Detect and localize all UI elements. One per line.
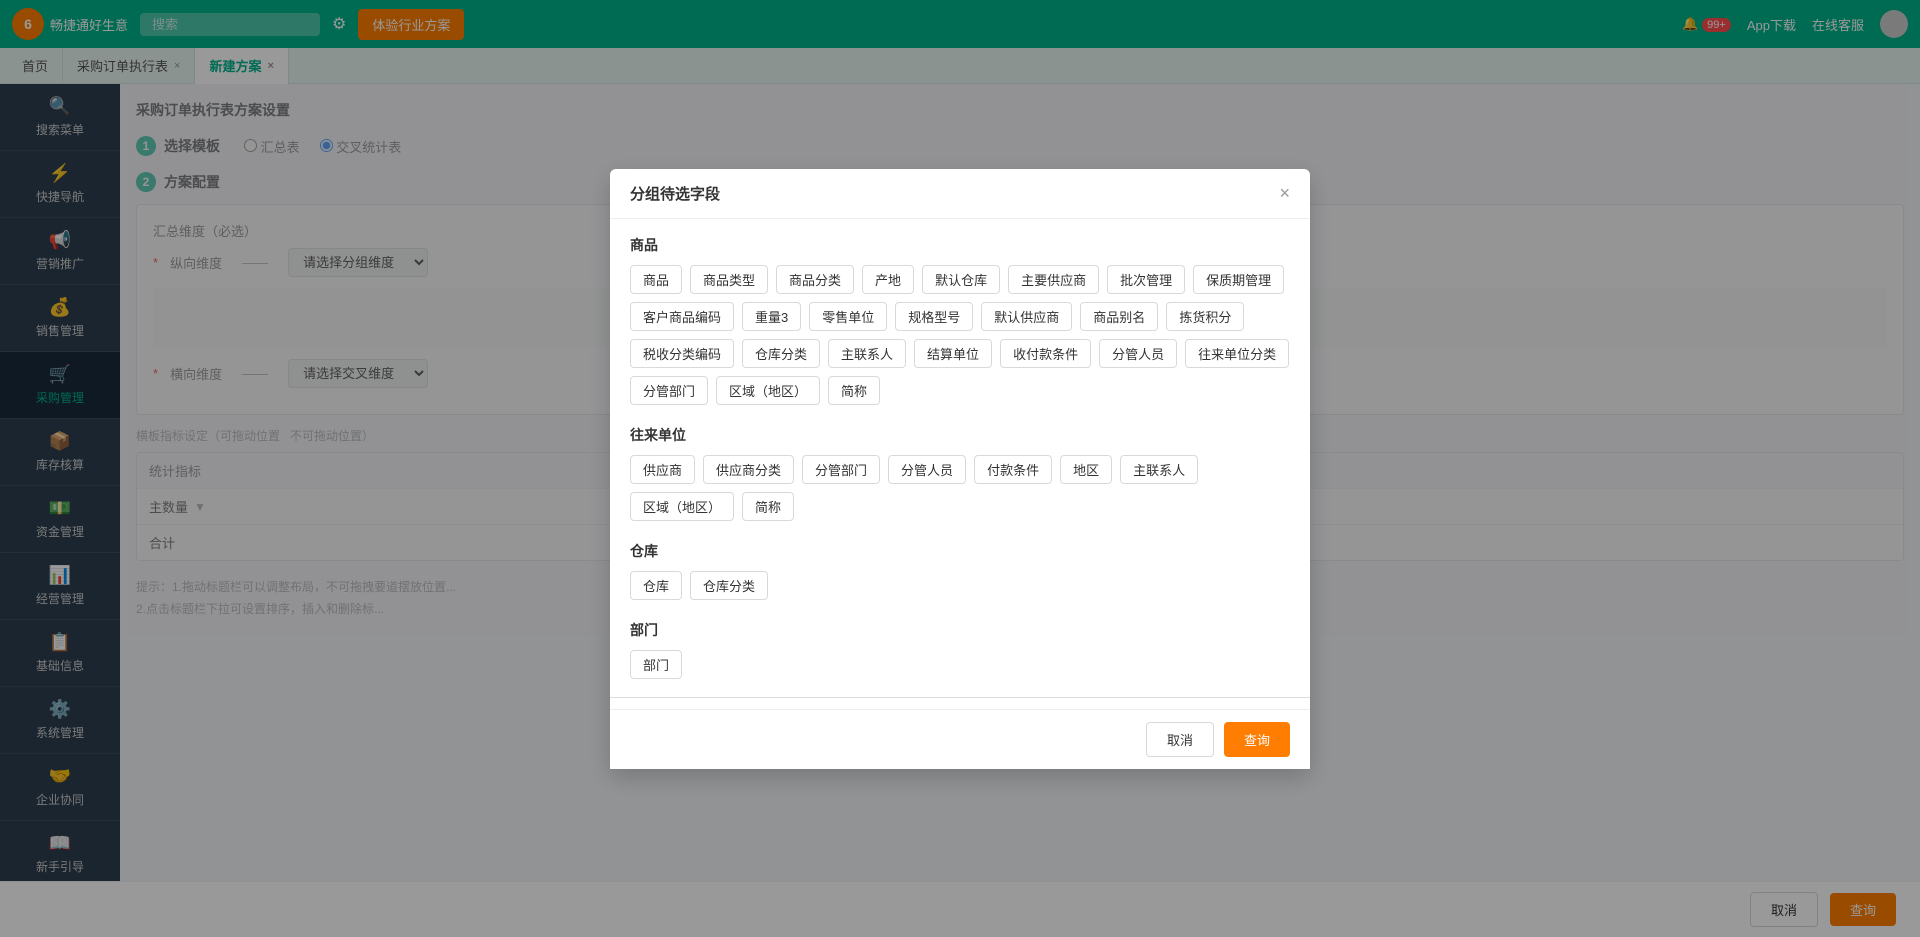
modal-title: 分组待选字段 xyxy=(630,183,720,204)
field-tag-0-5[interactable]: 主要供应商 xyxy=(1008,265,1099,294)
field-tag-2-0[interactable]: 仓库 xyxy=(630,571,682,600)
field-tag-0-23[interactable]: 区域（地区） xyxy=(716,376,820,405)
field-tag-0-14[interactable]: 拣货积分 xyxy=(1166,302,1244,331)
field-tag-0-4[interactable]: 默认仓库 xyxy=(922,265,1000,294)
field-group-1: 往来单位供应商供应商分类分管部门分管人员付款条件地区主联系人区域（地区） 简称 xyxy=(630,425,1290,521)
group-title-3: 部门 xyxy=(630,620,1290,640)
field-tag-1-5[interactable]: 地区 xyxy=(1060,455,1112,484)
field-tag-0-17[interactable]: 主联系人 xyxy=(828,339,906,368)
field-tag-1-8[interactable]: 简称 xyxy=(742,492,794,521)
field-tag-0-0[interactable]: 商品 xyxy=(630,265,682,294)
field-tags-0: 商品商品类型商品分类产地默认仓库主要供应商批次管理保质期管理客户商品编码重量3 零… xyxy=(630,265,1290,405)
field-tag-0-8[interactable]: 客户商品编码 xyxy=(630,302,734,331)
field-tags-1: 供应商供应商分类分管部门分管人员付款条件地区主联系人区域（地区） 简称 xyxy=(630,455,1290,521)
field-tag-0-19[interactable]: 收付款条件 xyxy=(1000,339,1091,368)
field-select-modal: 分组待选字段 × 商品商品商品类型商品分类产地默认仓库主要供应商批次管理保质期管… xyxy=(610,169,1310,769)
field-tag-0-3[interactable]: 产地 xyxy=(862,265,914,294)
field-group-3: 部门部门 xyxy=(630,620,1290,679)
modal-close-button[interactable]: × xyxy=(1279,183,1290,204)
field-tags-3: 部门 xyxy=(630,650,1290,679)
field-group-2: 仓库仓库仓库分类 xyxy=(630,541,1290,600)
field-tag-1-4[interactable]: 付款条件 xyxy=(974,455,1052,484)
field-tag-0-13[interactable]: 商品别名 xyxy=(1080,302,1158,331)
field-tag-1-6[interactable]: 主联系人 xyxy=(1120,455,1198,484)
field-tag-0-6[interactable]: 批次管理 xyxy=(1107,265,1185,294)
group-title-2: 仓库 xyxy=(630,541,1290,561)
field-tags-2: 仓库仓库分类 xyxy=(630,571,1290,600)
field-tag-0-20[interactable]: 分管人员 xyxy=(1099,339,1177,368)
field-tag-2-1[interactable]: 仓库分类 xyxy=(690,571,768,600)
modal-footer: 取消 查询 xyxy=(610,709,1310,769)
field-tag-0-18[interactable]: 结算单位 xyxy=(914,339,992,368)
field-tag-3-0[interactable]: 部门 xyxy=(630,650,682,679)
field-tag-0-1[interactable]: 商品类型 xyxy=(690,265,768,294)
field-tag-1-3[interactable]: 分管人员 xyxy=(888,455,966,484)
field-tag-0-10[interactable]: 零售单位 xyxy=(809,302,887,331)
field-tag-0-16[interactable]: 仓库分类 xyxy=(742,339,820,368)
field-tag-0-11[interactable]: 规格型号 xyxy=(895,302,973,331)
modal-header: 分组待选字段 × xyxy=(610,169,1310,219)
group-title-0: 商品 xyxy=(630,235,1290,255)
field-tag-1-7[interactable]: 区域（地区） xyxy=(630,492,734,521)
field-tag-0-2[interactable]: 商品分类 xyxy=(776,265,854,294)
field-group-0: 商品商品商品类型商品分类产地默认仓库主要供应商批次管理保质期管理客户商品编码重量… xyxy=(630,235,1290,405)
group-title-1: 往来单位 xyxy=(630,425,1290,445)
field-tag-1-1[interactable]: 供应商分类 xyxy=(703,455,794,484)
field-tag-1-2[interactable]: 分管部门 xyxy=(802,455,880,484)
modal-overlay[interactable]: 分组待选字段 × 商品商品商品类型商品分类产地默认仓库主要供应商批次管理保质期管… xyxy=(0,0,1920,937)
field-tag-1-0[interactable]: 供应商 xyxy=(630,455,695,484)
modal-confirm-button[interactable]: 查询 xyxy=(1224,722,1290,757)
field-tag-0-21[interactable]: 往来单位分类 xyxy=(1185,339,1289,368)
field-tag-0-9[interactable]: 重量3 xyxy=(742,302,801,331)
field-tag-0-22[interactable]: 分管部门 xyxy=(630,376,708,405)
field-tag-0-12[interactable]: 默认供应商 xyxy=(981,302,1072,331)
field-tag-0-7[interactable]: 保质期管理 xyxy=(1193,265,1284,294)
modal-body[interactable]: 商品商品商品类型商品分类产地默认仓库主要供应商批次管理保质期管理客户商品编码重量… xyxy=(610,219,1310,697)
modal-horizontal-scrollbar[interactable] xyxy=(610,697,1310,709)
modal-cancel-button[interactable]: 取消 xyxy=(1146,722,1214,757)
field-tag-0-24[interactable]: 简称 xyxy=(828,376,880,405)
field-tag-0-15[interactable]: 税收分类编码 xyxy=(630,339,734,368)
